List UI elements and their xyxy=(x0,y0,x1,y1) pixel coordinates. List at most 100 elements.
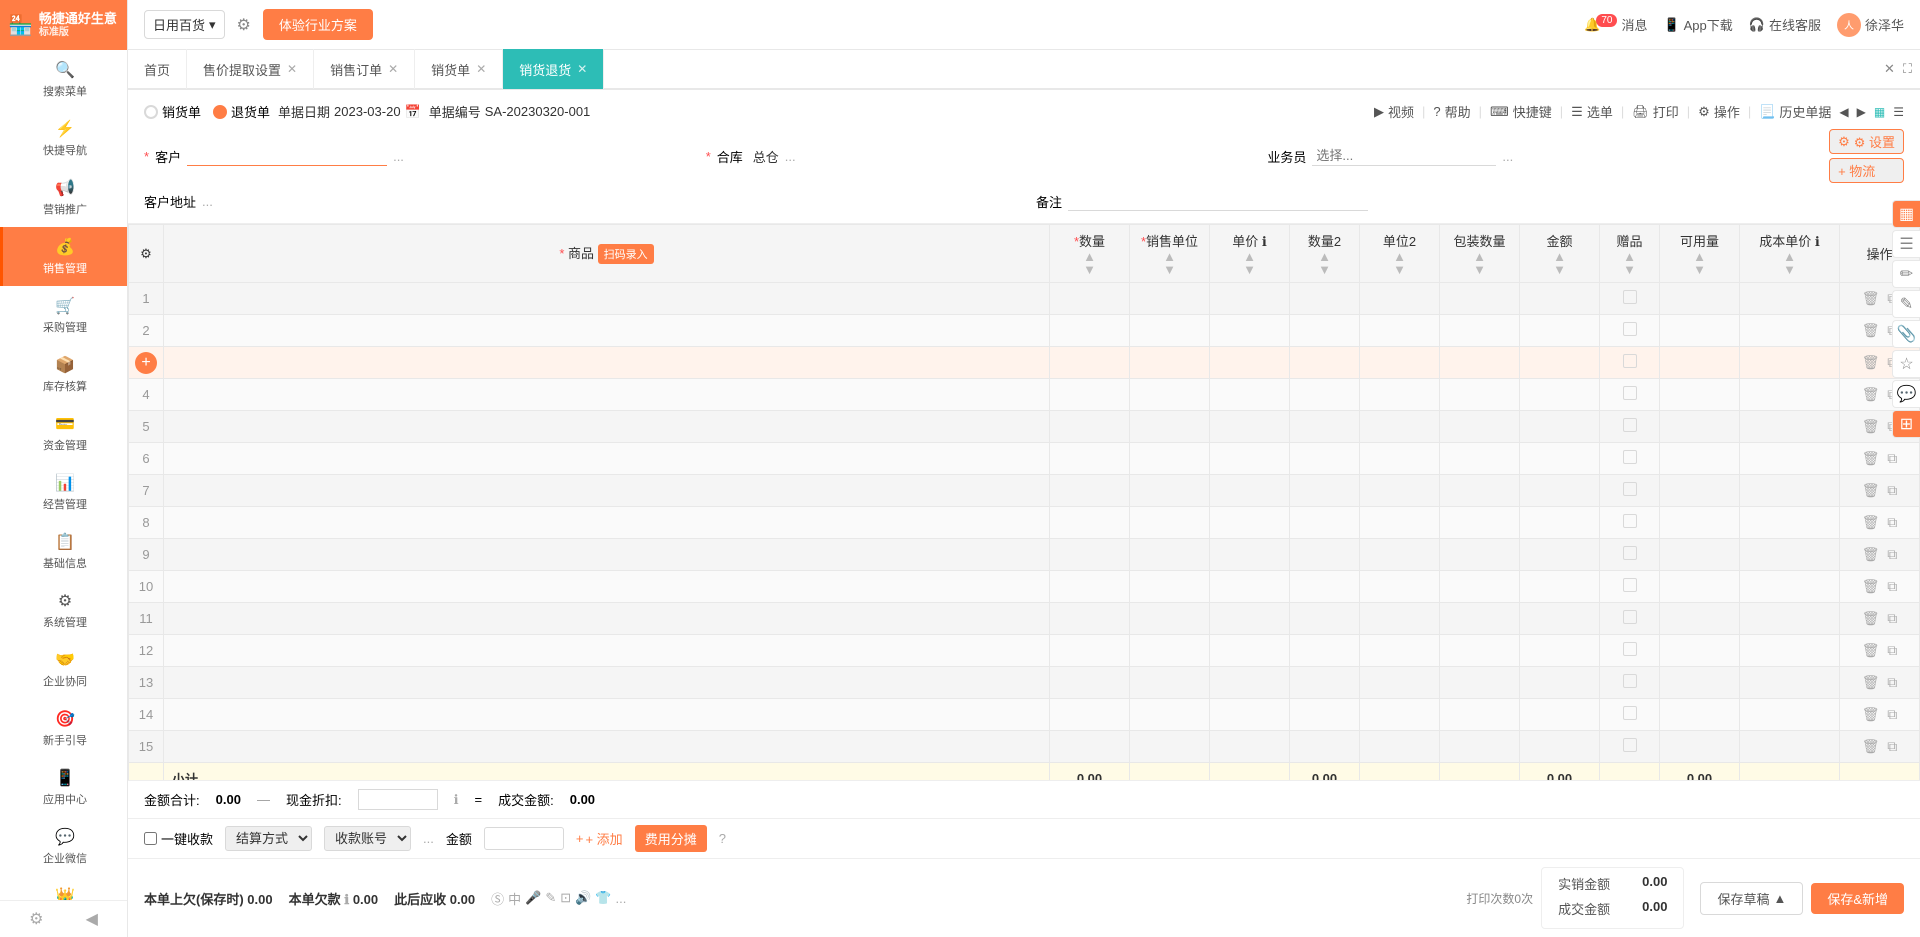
cell-amount-1[interactable] xyxy=(1520,283,1600,315)
cell-qty-5[interactable] xyxy=(1050,411,1130,443)
calc-method-select[interactable]: 结算方式 xyxy=(225,826,312,851)
delete-row-2[interactable]: 🗑 xyxy=(1862,322,1880,338)
cell-avail-3[interactable] xyxy=(1660,347,1740,379)
staff-dots[interactable]: ... xyxy=(1502,149,1513,164)
fee-help-icon[interactable]: ? xyxy=(719,831,726,846)
delete-row-5[interactable]: 🗑 xyxy=(1862,418,1880,434)
scan-btn[interactable]: 扫码录入 xyxy=(598,244,654,264)
radio-return[interactable]: 退货单 xyxy=(213,102,270,121)
cell-pack-11[interactable] xyxy=(1440,603,1520,635)
gift-checkbox-13[interactable] xyxy=(1623,674,1637,688)
cell-qty2-14[interactable] xyxy=(1290,699,1360,731)
cell-amount-12[interactable] xyxy=(1520,635,1600,667)
gift-checkbox-9[interactable] xyxy=(1623,546,1637,560)
cell-product-10[interactable] xyxy=(164,571,1050,603)
copy-row-12[interactable]: ⧉ xyxy=(1887,642,1897,658)
copy-row-10[interactable]: ⧉ xyxy=(1887,578,1897,594)
customer-input[interactable] xyxy=(187,146,387,166)
warehouse-dots[interactable]: ... xyxy=(785,149,796,164)
history-action[interactable]: 📃 历史单据 xyxy=(1759,102,1831,121)
sort-cost[interactable]: ▲▼ xyxy=(1748,250,1831,276)
cell-unit-7[interactable] xyxy=(1130,475,1210,507)
cell-price-13[interactable] xyxy=(1210,667,1290,699)
copy-row-9[interactable]: ⧉ xyxy=(1887,546,1897,562)
cell-price-3[interactable] xyxy=(1210,347,1290,379)
cell-gift-7[interactable] xyxy=(1600,475,1660,507)
sidebar-item-marketing[interactable]: 📢营销推广 xyxy=(0,168,127,227)
cell-unit2-12[interactable] xyxy=(1360,635,1440,667)
cell-avail-10[interactable] xyxy=(1660,571,1740,603)
copy-row-7[interactable]: ⧉ xyxy=(1887,482,1897,498)
sort-unit[interactable]: ▲▼ xyxy=(1138,250,1201,276)
cell-qty2-7[interactable] xyxy=(1290,475,1360,507)
cell-qty-3[interactable] xyxy=(1050,347,1130,379)
cell-gift-8[interactable] xyxy=(1600,507,1660,539)
cell-qty2-5[interactable] xyxy=(1290,411,1360,443)
gear-icon[interactable]: ⚙ xyxy=(237,15,251,35)
cell-avail-8[interactable] xyxy=(1660,507,1740,539)
cell-avail-5[interactable] xyxy=(1660,411,1740,443)
table-view-icon[interactable]: ▦ xyxy=(1892,200,1920,228)
cell-cost-10[interactable] xyxy=(1740,571,1840,603)
cell-unit-1[interactable] xyxy=(1130,283,1210,315)
cell-unit-12[interactable] xyxy=(1130,635,1210,667)
cell-price-7[interactable] xyxy=(1210,475,1290,507)
list-view-icon[interactable]: ☰ xyxy=(1892,230,1920,258)
cell-cost-9[interactable] xyxy=(1740,539,1840,571)
cell-unit2-14[interactable] xyxy=(1360,699,1440,731)
cell-product-2[interactable] xyxy=(164,315,1050,347)
cell-price-11[interactable] xyxy=(1210,603,1290,635)
special-action-icon[interactable]: ⊞ xyxy=(1892,410,1920,438)
one-click-checkbox[interactable] xyxy=(144,832,157,845)
tab-sale-return[interactable]: 销货退货✕ xyxy=(503,49,604,89)
cell-unit2-9[interactable] xyxy=(1360,539,1440,571)
tab-close-sale-return[interactable]: ✕ xyxy=(577,62,587,76)
settings-icon[interactable]: ⚙ xyxy=(29,909,43,929)
sort-qty2[interactable]: ▲▼ xyxy=(1298,250,1351,276)
cell-gift-3[interactable] xyxy=(1600,347,1660,379)
cell-avail-14[interactable] xyxy=(1660,699,1740,731)
cell-qty-13[interactable] xyxy=(1050,667,1130,699)
gift-checkbox-6[interactable] xyxy=(1623,450,1637,464)
cell-pack-7[interactable] xyxy=(1440,475,1520,507)
sort-price[interactable]: ▲▼ xyxy=(1218,250,1281,276)
sidebar-item-sales[interactable]: 💰销售管理 xyxy=(0,227,127,286)
due-info-icon[interactable]: ℹ xyxy=(344,892,349,907)
cell-qty-11[interactable] xyxy=(1050,603,1130,635)
close-all-icon[interactable]: ✕ xyxy=(1884,61,1895,77)
cell-cost-8[interactable] xyxy=(1740,507,1840,539)
cell-pack-10[interactable] xyxy=(1440,571,1520,603)
cell-price-4[interactable] xyxy=(1210,379,1290,411)
cell-amount-15[interactable] xyxy=(1520,731,1600,763)
cell-pack-13[interactable] xyxy=(1440,667,1520,699)
sidebar-item-guide[interactable]: 🎯新手引导 xyxy=(0,699,127,758)
cell-gift-14[interactable] xyxy=(1600,699,1660,731)
gift-checkbox-11[interactable] xyxy=(1623,610,1637,624)
cell-gift-4[interactable] xyxy=(1600,379,1660,411)
cell-amount-11[interactable] xyxy=(1520,603,1600,635)
cell-price-15[interactable] xyxy=(1210,731,1290,763)
gift-checkbox-7[interactable] xyxy=(1623,482,1637,496)
edit2-icon[interactable]: ✎ xyxy=(1892,290,1920,318)
cell-unit-4[interactable] xyxy=(1130,379,1210,411)
cell-avail-12[interactable] xyxy=(1660,635,1740,667)
cell-cost-15[interactable] xyxy=(1740,731,1840,763)
tab-home[interactable]: 首页 xyxy=(128,49,187,89)
cell-amount-14[interactable] xyxy=(1520,699,1600,731)
cell-qty-14[interactable] xyxy=(1050,699,1130,731)
cell-unit-6[interactable] xyxy=(1130,443,1210,475)
save-new-btn[interactable]: 保存&新增 xyxy=(1811,883,1904,914)
delete-row-1[interactable]: 🗑 xyxy=(1862,290,1880,306)
cell-gift-15[interactable] xyxy=(1600,731,1660,763)
gift-checkbox-3[interactable] xyxy=(1623,354,1637,368)
cell-unit-8[interactable] xyxy=(1130,507,1210,539)
delete-row-7[interactable]: 🗑 xyxy=(1862,482,1880,498)
cell-unit-11[interactable] xyxy=(1130,603,1210,635)
logistics-btn[interactable]: + 物流 xyxy=(1829,158,1904,183)
cell-unit-9[interactable] xyxy=(1130,539,1210,571)
cell-avail-2[interactable] xyxy=(1660,315,1740,347)
cell-unit-14[interactable] xyxy=(1130,699,1210,731)
save-draft-btn[interactable]: 保存草稿 ▲ xyxy=(1700,882,1803,915)
list-view-action[interactable]: ☰ xyxy=(1893,105,1904,119)
cell-avail-1[interactable] xyxy=(1660,283,1740,315)
